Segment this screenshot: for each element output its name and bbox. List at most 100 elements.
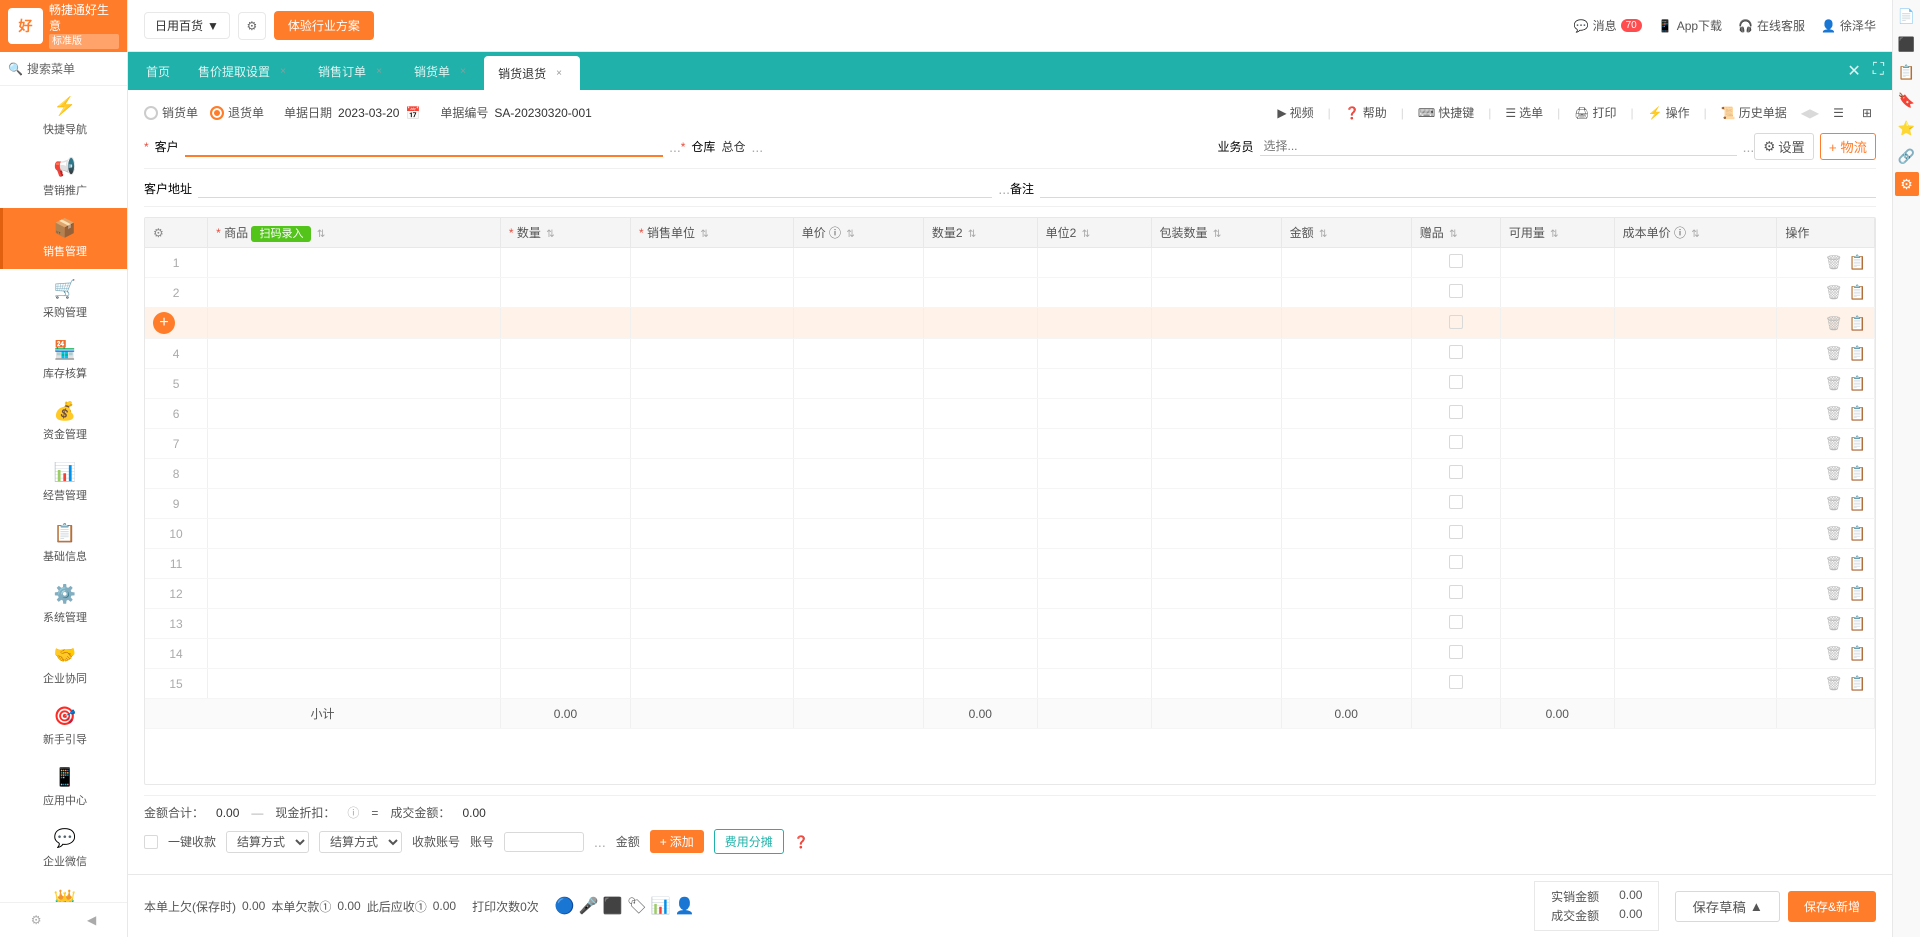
unit-cell[interactable]	[631, 639, 794, 669]
amount-cell[interactable]	[1281, 669, 1411, 699]
unit2-cell[interactable]	[1037, 519, 1151, 549]
amount-cell[interactable]	[1281, 278, 1411, 308]
pkg-qty-cell[interactable]	[1151, 399, 1281, 429]
price-cell[interactable]	[793, 429, 923, 459]
right-panel-icon-7[interactable]: ⚙	[1895, 172, 1919, 196]
copy-row-icon[interactable]: 📋	[1849, 315, 1866, 332]
qty-cell[interactable]	[500, 609, 630, 639]
product-cell[interactable]	[208, 549, 501, 579]
delete-row-icon[interactable]: 🗑	[1825, 315, 1843, 332]
unit-cell[interactable]	[631, 669, 794, 699]
bottom-icon-5[interactable]: 📊	[651, 896, 671, 916]
one-click-pay-checkbox[interactable]	[144, 835, 158, 849]
available-cell[interactable]	[1500, 549, 1614, 579]
qty2-cell[interactable]	[923, 549, 1037, 579]
tab-home[interactable]: 首页	[132, 52, 184, 90]
qty-cell[interactable]	[500, 399, 630, 429]
search-menu[interactable]: 🔍 搜索菜单	[0, 52, 127, 86]
price-cell[interactable]	[793, 308, 923, 339]
product-cell[interactable]	[208, 609, 501, 639]
unit-cell[interactable]	[631, 429, 794, 459]
sidebar-item-marketing[interactable]: 📢营销推广	[0, 147, 127, 208]
product-cell[interactable]	[208, 369, 501, 399]
unit-cell[interactable]	[631, 609, 794, 639]
price-cell[interactable]	[793, 248, 923, 278]
address-dots[interactable]: ...	[998, 181, 1010, 197]
sidebar-item-finance[interactable]: 💰资金管理	[0, 391, 127, 452]
product-cell[interactable]	[208, 248, 501, 278]
delete-row-icon[interactable]: 🗑	[1825, 465, 1843, 482]
available-cell[interactable]	[1500, 248, 1614, 278]
warehouse-dots[interactable]: ...	[751, 139, 763, 155]
unit-cell[interactable]	[631, 308, 794, 339]
gift-checkbox[interactable]	[1449, 585, 1463, 599]
cost-price-cell[interactable]	[1614, 549, 1777, 579]
qty-cell[interactable]	[500, 429, 630, 459]
tab-price-settings[interactable]: 售价提取设置 ×	[184, 52, 304, 90]
delete-row-icon[interactable]: 🗑	[1825, 495, 1843, 512]
product-cell[interactable]	[208, 308, 501, 339]
unit2-cell[interactable]	[1037, 459, 1151, 489]
amount-cell[interactable]	[1281, 549, 1411, 579]
tab-expand-btn[interactable]: ⛶	[1869, 57, 1888, 85]
cost-price-cell[interactable]	[1614, 399, 1777, 429]
cost-price-cell[interactable]	[1614, 369, 1777, 399]
customer-dots[interactable]: ...	[669, 139, 681, 155]
business-dropdown[interactable]: 日用百货 ▼	[144, 12, 230, 39]
cost-price-cell[interactable]	[1614, 339, 1777, 369]
unit2-cell[interactable]	[1037, 429, 1151, 459]
copy-row-icon[interactable]: 📋	[1849, 284, 1866, 301]
operate-btn[interactable]: ⚡ 操作	[1644, 102, 1694, 123]
tab-close-price-settings[interactable]: ×	[276, 64, 290, 78]
gift-checkbox[interactable]	[1449, 645, 1463, 659]
pkg-qty-cell[interactable]	[1151, 308, 1281, 339]
shortcut-btn[interactable]: ⌨ 快捷键	[1414, 102, 1478, 123]
amount-cell[interactable]	[1281, 399, 1411, 429]
unit2-cell[interactable]	[1037, 609, 1151, 639]
delete-row-icon[interactable]: 🗑	[1825, 284, 1843, 301]
gift-cell[interactable]	[1411, 369, 1500, 399]
cost-price-cell[interactable]	[1614, 579, 1777, 609]
bottom-icon-4[interactable]: 🏷	[627, 896, 647, 916]
video-btn[interactable]: ▶ 视频	[1273, 102, 1317, 123]
th-qty[interactable]: * 数量 ⇅	[500, 218, 630, 248]
cost-price-cell[interactable]	[1614, 248, 1777, 278]
bottom-icon-1[interactable]: 🔵	[555, 896, 575, 916]
available-cell[interactable]	[1500, 609, 1614, 639]
available-cell[interactable]	[1500, 308, 1614, 339]
gift-cell[interactable]	[1411, 459, 1500, 489]
sidebar-item-apps[interactable]: 📱应用中心	[0, 757, 127, 818]
customer-input[interactable]	[185, 137, 663, 157]
unit2-cell[interactable]	[1037, 339, 1151, 369]
qty-cell[interactable]	[500, 519, 630, 549]
product-cell[interactable]	[208, 399, 501, 429]
unit-cell[interactable]	[631, 278, 794, 308]
sidebar-item-basic[interactable]: 📋基础信息	[0, 513, 127, 574]
bottom-icon-6[interactable]: 👤	[675, 896, 695, 916]
cost-price-cell[interactable]	[1614, 609, 1777, 639]
gift-checkbox[interactable]	[1449, 375, 1463, 389]
pkg-qty-cell[interactable]	[1151, 609, 1281, 639]
pkg-qty-cell[interactable]	[1151, 278, 1281, 308]
collapse-icon[interactable]: ◀	[87, 913, 96, 927]
gift-cell[interactable]	[1411, 308, 1500, 339]
calendar-icon[interactable]: 📅	[405, 106, 420, 120]
copy-row-icon[interactable]: 📋	[1849, 615, 1866, 632]
logistics-btn[interactable]: + 物流	[1820, 133, 1876, 160]
th-amount[interactable]: 金额 ⇅	[1281, 218, 1411, 248]
amount-cell[interactable]	[1281, 308, 1411, 339]
amount-cell[interactable]	[1281, 579, 1411, 609]
fee-split-button[interactable]: 费用分摊	[714, 829, 784, 854]
amount-cell[interactable]	[1281, 639, 1411, 669]
unit-cell[interactable]	[631, 549, 794, 579]
unit2-cell[interactable]	[1037, 489, 1151, 519]
qty2-cell[interactable]	[923, 429, 1037, 459]
setting-btn[interactable]: ⚙ 设置	[1754, 133, 1814, 160]
tab-close-sales-return[interactable]: ×	[552, 66, 566, 80]
tab-close-sales-order[interactable]: ×	[372, 64, 386, 78]
bottom-icon-3[interactable]: ⬛	[603, 896, 623, 916]
delete-row-icon[interactable]: 🗑	[1825, 585, 1843, 602]
pkg-qty-cell[interactable]	[1151, 579, 1281, 609]
account-method-select[interactable]: 结算方式	[319, 831, 402, 853]
amount-cell[interactable]	[1281, 339, 1411, 369]
